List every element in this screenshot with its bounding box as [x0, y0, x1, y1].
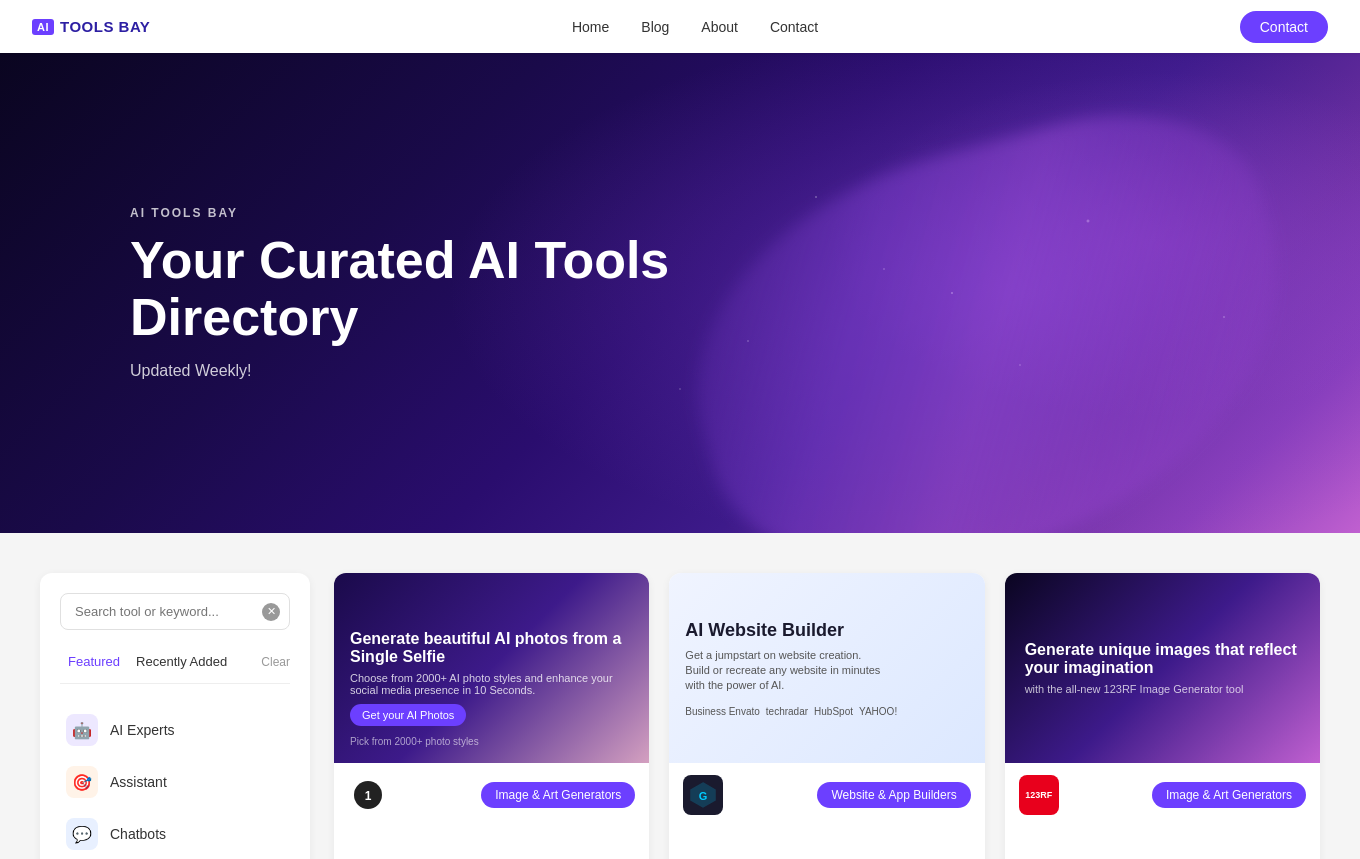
hero-description: Updated Weekly!	[130, 362, 730, 380]
ai-experts-label: AI Experts	[110, 722, 175, 738]
card-preview-2: AI Website Builder Get a jumpstart on we…	[669, 573, 984, 763]
logo-ai-badge: AI	[32, 19, 54, 35]
card2-logos: Business Envato techradar HubSpot YAHOO!	[685, 706, 968, 717]
tool-card-2: AI Website Builder Get a jumpstart on we…	[669, 573, 984, 859]
nav-blog[interactable]: Blog	[641, 19, 669, 35]
search-input[interactable]	[60, 593, 290, 630]
card2-preview-sub3: with the power of AI.	[685, 679, 968, 691]
chatbots-icon: 💬	[66, 818, 98, 850]
card2-logo1: Business Envato	[685, 706, 760, 717]
card1-preview-title: Generate beautiful AI photos from a Sing…	[350, 630, 633, 666]
card-preview-3: Generate unique images that reflect your…	[1005, 573, 1320, 763]
card3-preview-title: Generate unique images that reflect your…	[1025, 641, 1300, 677]
tab-recently-added[interactable]: Recently Added	[128, 650, 235, 673]
card2-preview-sub2: Build or recreate any website in minutes	[685, 664, 968, 676]
card2-logo: G	[683, 775, 723, 815]
navbar: AI TOOLS BAY Home Blog About Contact Con…	[0, 0, 1360, 53]
card-img-1: Generate beautiful AI photos from a Sing…	[334, 573, 649, 763]
card-footer-1: 1 Image & Art Generators	[334, 763, 649, 827]
hero-section: AI TOOLS BAY Your Curated AI Tools Direc…	[0, 53, 1360, 533]
card2-logo4: YAHOO!	[859, 706, 897, 717]
card2-preview-title: AI Website Builder	[685, 620, 968, 641]
filter-clear-button[interactable]: Clear	[261, 655, 290, 669]
tab-featured[interactable]: Featured	[60, 650, 128, 673]
card2-tag-button[interactable]: Website & App Builders	[817, 782, 970, 808]
card3-logo-text: 123RF	[1025, 790, 1052, 800]
tool-card-1: Generate beautiful AI photos from a Sing…	[334, 573, 649, 859]
sidebar: ✕ Featured Recently Added Clear 🤖 AI Exp…	[40, 573, 310, 859]
card1-preview-button[interactable]: Get your AI Photos	[350, 704, 466, 726]
card3-preview-sub: with the all-new 123RF Image Generator t…	[1025, 683, 1300, 695]
card-preview-1: Generate beautiful AI photos from a Sing…	[334, 573, 649, 763]
nav-home[interactable]: Home	[572, 19, 609, 35]
logo-text: TOOLS BAY	[60, 18, 150, 35]
filter-tabs: Featured Recently Added Clear	[60, 650, 290, 684]
card1-logo: 1	[348, 775, 388, 815]
contact-button[interactable]: Contact	[1240, 11, 1328, 43]
tools-grid: Generate beautiful AI photos from a Sing…	[334, 573, 1320, 859]
sidebar-categories: 🤖 AI Experts 🎯 Assistant 💬 Chatbots 💻 Co…	[60, 704, 290, 859]
card1-tag-button[interactable]: Image & Art Generators	[481, 782, 635, 808]
hero-title: Your Curated AI Tools Directory	[130, 232, 730, 346]
hero-subtitle: AI TOOLS BAY	[130, 206, 730, 220]
card-footer-3: 123RF Image & Art Generators	[1005, 763, 1320, 827]
nav-contact[interactable]: Contact	[770, 19, 818, 35]
sidebar-item-ai-experts[interactable]: 🤖 AI Experts	[60, 704, 290, 756]
assistant-label: Assistant	[110, 774, 167, 790]
tool-card-3: Generate unique images that reflect your…	[1005, 573, 1320, 859]
card3-logo: 123RF	[1019, 775, 1059, 815]
card3-tag-button[interactable]: Image & Art Generators	[1152, 782, 1306, 808]
card-footer-2: G Website & App Builders	[669, 763, 984, 827]
sidebar-item-assistant[interactable]: 🎯 Assistant	[60, 756, 290, 808]
assistant-icon: 🎯	[66, 766, 98, 798]
card1-tagline: Pick from 2000+ photo styles	[350, 736, 633, 747]
chatbots-label: Chatbots	[110, 826, 166, 842]
card2-logo3: HubSpot	[814, 706, 853, 717]
card-img-3: Generate unique images that reflect your…	[1005, 573, 1320, 763]
card-img-2: AI Website Builder Get a jumpstart on we…	[669, 573, 984, 763]
svg-text:G: G	[699, 790, 708, 802]
ai-experts-icon: 🤖	[66, 714, 98, 746]
card2-preview-sub1: Get a jumpstart on website creation.	[685, 649, 968, 661]
card1-preview-sub: Choose from 2000+ AI photo styles and en…	[350, 672, 633, 696]
card2-logo2: techradar	[766, 706, 808, 717]
search-wrap: ✕	[60, 593, 290, 630]
hero-content: AI TOOLS BAY Your Curated AI Tools Direc…	[0, 206, 730, 380]
search-clear-button[interactable]: ✕	[262, 603, 280, 621]
nav-links: Home Blog About Contact	[572, 19, 818, 35]
sidebar-item-chatbots[interactable]: 💬 Chatbots	[60, 808, 290, 859]
site-logo[interactable]: AI TOOLS BAY	[32, 18, 150, 35]
nav-about[interactable]: About	[701, 19, 738, 35]
svg-text:1: 1	[365, 789, 372, 803]
main-content: ✕ Featured Recently Added Clear 🤖 AI Exp…	[0, 533, 1360, 859]
